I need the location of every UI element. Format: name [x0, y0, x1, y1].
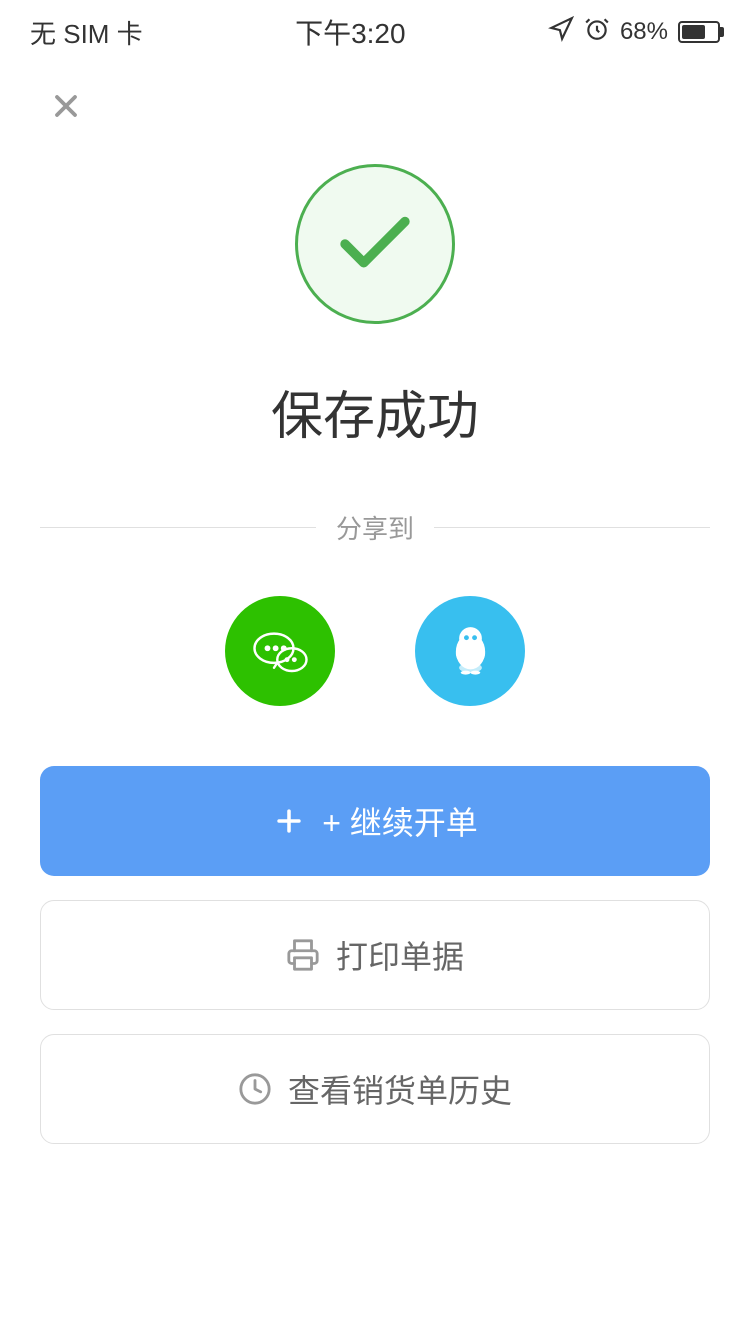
share-divider: 分享到 [40, 509, 710, 546]
status-bar: 无 SIM 卡 下午3:20 68% [0, 0, 750, 64]
divider-left [40, 527, 316, 528]
print-label: 打印单据 [336, 932, 464, 978]
qq-share-button[interactable] [415, 596, 525, 706]
share-icons-container [40, 596, 710, 706]
plus-icon [272, 804, 306, 838]
wechat-icon [248, 619, 313, 684]
battery-icon [678, 21, 720, 43]
success-title: 保存成功 [271, 374, 479, 449]
history-button[interactable]: 查看销货单历史 [40, 1034, 710, 1144]
success-icon-circle [295, 164, 455, 324]
status-left: 无 SIM 卡 [30, 14, 153, 51]
checkmark-icon [330, 199, 420, 289]
action-buttons: + 继续开单 打印单据 查看销货单历史 [0, 766, 750, 1144]
divider-right [434, 527, 710, 528]
share-section: 分享到 [0, 509, 750, 706]
clock-icon [238, 1072, 272, 1106]
continue-button[interactable]: + 继续开单 [40, 766, 710, 876]
close-button[interactable] [40, 80, 92, 132]
main-content: 保存成功 分享到 [0, 64, 750, 1144]
continue-label: + 继续开单 [322, 798, 478, 844]
location-icon [548, 16, 574, 49]
wechat-share-button[interactable] [225, 596, 335, 706]
share-label: 分享到 [336, 509, 414, 546]
status-time: 下午3:20 [295, 12, 406, 52]
printer-icon [286, 938, 320, 972]
alarm-icon [584, 16, 610, 49]
qq-icon [438, 619, 503, 684]
battery-percentage: 68% [620, 18, 668, 46]
no-sim-text: 无 SIM 卡 [30, 14, 143, 51]
print-button[interactable]: 打印单据 [40, 900, 710, 1010]
history-label: 查看销货单历史 [288, 1066, 512, 1112]
status-right: 68% [548, 16, 720, 49]
